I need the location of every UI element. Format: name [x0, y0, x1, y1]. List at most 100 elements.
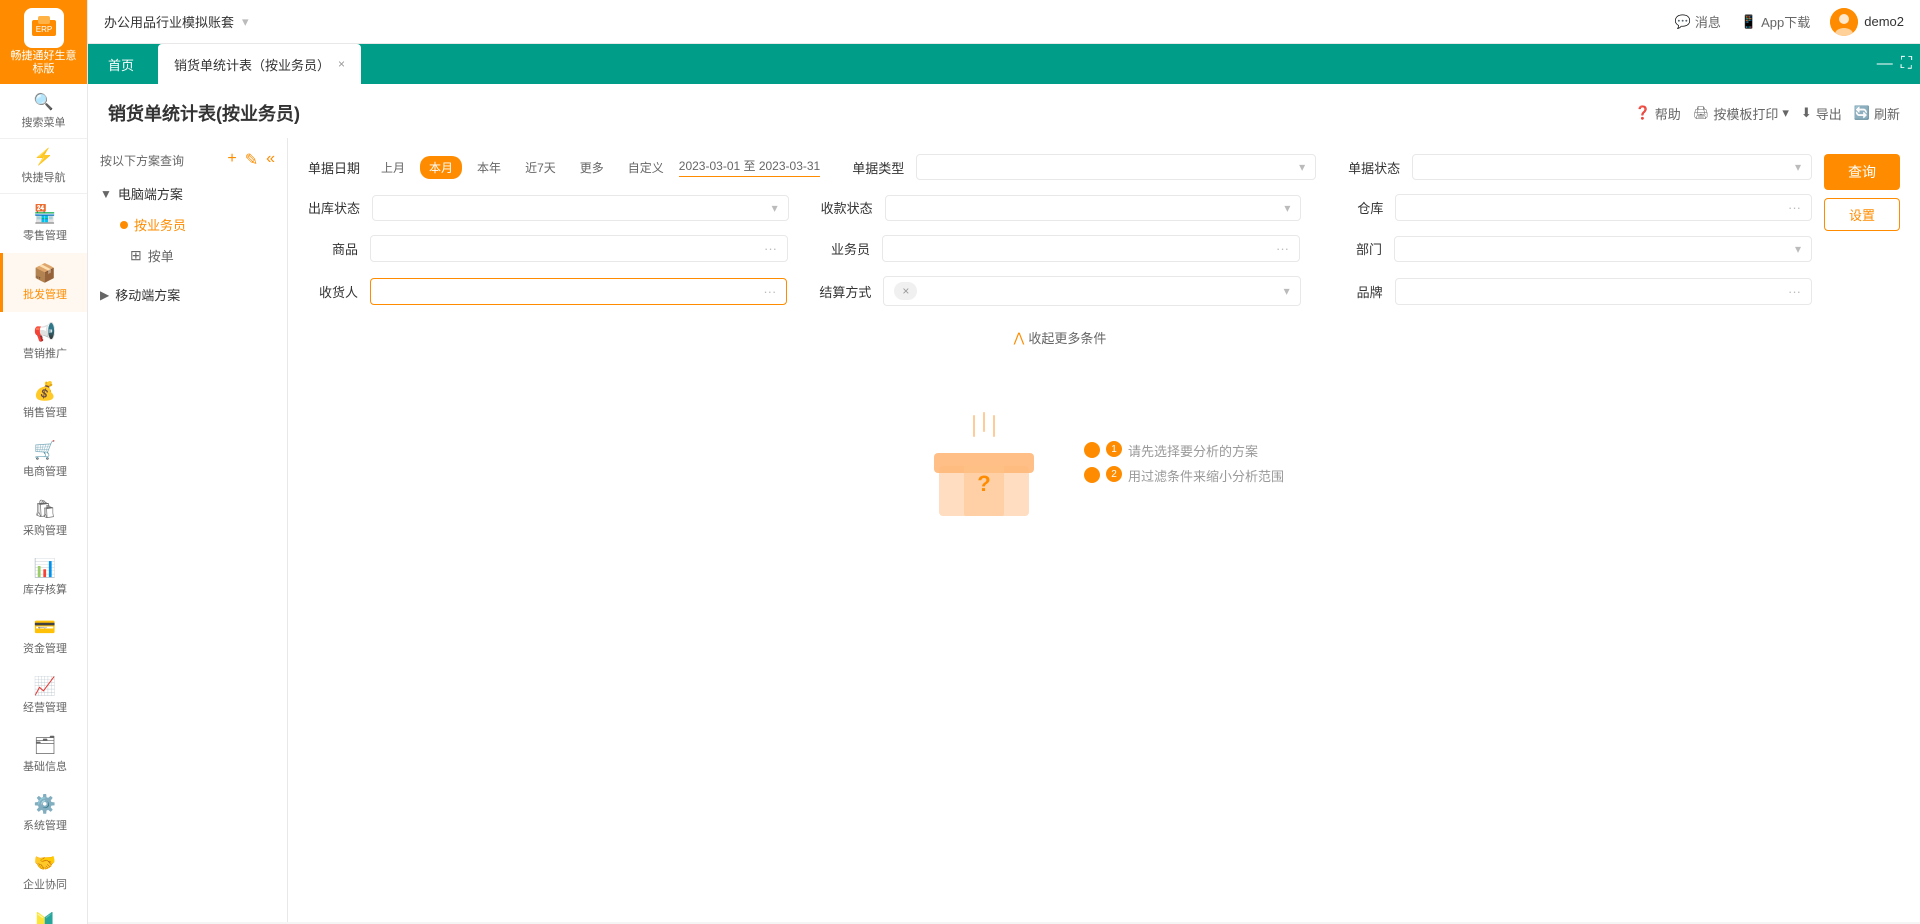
salesman-field: ···: [882, 235, 1300, 262]
tab-close-icon[interactable]: ×: [338, 57, 345, 71]
sidebar-item-retail[interactable]: 🏪 零售管理: [0, 194, 87, 253]
stock-status-label: 出库状态: [308, 198, 360, 217]
warehouse-select[interactable]: ···: [1395, 194, 1812, 221]
brand-label: 品牌: [1333, 282, 1383, 301]
sidebar-item-basic[interactable]: 🗂 基础信息: [0, 725, 87, 784]
user-menu[interactable]: demo2: [1830, 8, 1904, 36]
query-button[interactable]: 查询: [1824, 154, 1900, 190]
finance-icon: 💳: [34, 617, 56, 638]
sidebar-item-purchase[interactable]: 🛍 采购管理: [0, 489, 87, 548]
date-btn-more[interactable]: 更多: [571, 156, 613, 179]
inventory-icon: 📊: [34, 558, 56, 579]
date-btn-this-month[interactable]: 本月: [420, 156, 462, 179]
sidebar-item-finance[interactable]: 💳 资金管理: [0, 607, 87, 666]
collapse-button[interactable]: ⋀ 收起更多条件: [1014, 328, 1107, 347]
app-download-button[interactable]: 📱 App下载: [1741, 12, 1810, 31]
salesman-label: 业务员: [820, 239, 870, 258]
sidebar-item-system[interactable]: ⚙️ 系统管理: [0, 784, 87, 843]
tab-active[interactable]: 销货单统计表（按业务员） ×: [158, 44, 361, 84]
mobile-scheme-arrow: ▶: [100, 288, 109, 302]
desktop-scheme-arrow: ▼: [100, 187, 112, 201]
sidebar-shortcut[interactable]: ⚡ 快捷导航: [0, 139, 87, 194]
tab-label: 销货单统计表（按业务员）: [174, 55, 330, 74]
date-btn-7days[interactable]: 近7天: [516, 156, 565, 179]
step-2-text: 用过滤条件来缩小分析范围: [1128, 466, 1284, 485]
export-button[interactable]: ⬇ 导出: [1801, 104, 1842, 123]
sidebar-item-marketing[interactable]: 📢 营销推广: [0, 312, 87, 371]
sidebar-item-sales[interactable]: 💰 销售管理: [0, 371, 87, 430]
sidebar-search[interactable]: 🔍 搜索菜单: [0, 84, 87, 139]
add-scheme-icon[interactable]: +: [227, 150, 236, 170]
sidebar-item-guide[interactable]: 🔰 新手引导: [0, 902, 87, 924]
stock-status-select[interactable]: ▾: [372, 195, 789, 221]
pay-status-select[interactable]: ▾: [885, 195, 1302, 221]
refresh-label: 刷新: [1874, 104, 1900, 123]
left-panel-header: 按以下方案查询 + ✎ «: [88, 150, 287, 178]
operations-icon: 📈: [34, 676, 56, 697]
export-icon: ⬇: [1801, 105, 1812, 121]
inventory-label: 库存核算: [23, 581, 67, 597]
scheme-item-salesman[interactable]: 按业务员: [100, 209, 275, 240]
doc-status-select[interactable]: ▾: [1412, 154, 1812, 180]
pay-status-field: ▾: [885, 195, 1302, 221]
wholesale-icon: 📦: [34, 263, 56, 284]
date-btn-custom[interactable]: 自定义: [619, 156, 673, 179]
date-range-display[interactable]: 2023-03-01 至 2023-03-31: [679, 157, 820, 177]
date-btn-this-year[interactable]: 本年: [468, 156, 510, 179]
department-select[interactable]: ▾: [1394, 236, 1812, 262]
left-panel: 按以下方案查询 + ✎ « ▼ 电脑端方案: [88, 138, 288, 922]
goods-input[interactable]: ···: [370, 235, 788, 262]
payment-tag-close[interactable]: ×: [902, 284, 909, 298]
collapse-scheme-icon[interactable]: «: [266, 150, 275, 170]
svg-text:?: ?: [977, 471, 990, 496]
department-field: ▾: [1394, 236, 1812, 262]
desktop-scheme-header[interactable]: ▼ 电脑端方案: [100, 178, 275, 209]
tab-maximize-icon[interactable]: ⛶: [1901, 55, 1912, 73]
edit-scheme-icon[interactable]: ✎: [245, 150, 258, 170]
help-icon: ❓: [1635, 105, 1651, 121]
receiver-dots[interactable]: ···: [763, 284, 776, 299]
shortcut-icon: ⚡: [34, 147, 54, 167]
settings-button[interactable]: 设置: [1824, 198, 1900, 231]
tab-bar: 首页 销货单统计表（按业务员） × — ⛶: [88, 44, 1920, 84]
sidebar-item-inventory[interactable]: 📊 库存核算: [0, 548, 87, 607]
doc-type-select[interactable]: ▾: [916, 154, 1316, 180]
scheme-query-label: 按以下方案查询: [100, 152, 184, 169]
receiver-input[interactable]: ···: [370, 278, 787, 305]
tab-minimize-icon[interactable]: —: [1877, 55, 1893, 73]
desktop-scheme-group: ▼ 电脑端方案 按业务员 ⊞ 按单: [100, 178, 275, 271]
empty-step-2: 2 用过滤条件来缩小分析范围: [1084, 466, 1284, 485]
mobile-scheme-header[interactable]: ▶ 移动端方案: [100, 279, 275, 310]
sidebar-item-ecommerce[interactable]: 🛒 电商管理: [0, 430, 87, 489]
help-button[interactable]: ❓ 帮助: [1635, 104, 1681, 123]
department-label: 部门: [1332, 239, 1382, 258]
message-button[interactable]: 💬 消息: [1675, 12, 1721, 31]
avatar: [1830, 8, 1858, 36]
sidebar-item-wholesale[interactable]: 📦 批发管理: [0, 253, 87, 312]
sidebar-logo[interactable]: ERP 畅捷通好生意 标版: [0, 0, 87, 84]
date-btn-last-month[interactable]: 上月: [372, 156, 414, 179]
sidebar-item-enterprise[interactable]: 🤝 企业协同: [0, 843, 87, 902]
salesman-dots[interactable]: ···: [1276, 241, 1289, 256]
page-actions: ❓ 帮助 🖨 按模板打印 ▾ ⬇ 导出 🔄 刷新: [1635, 104, 1900, 123]
brand-dots[interactable]: ···: [1788, 284, 1801, 299]
receiver-label: 收货人: [308, 282, 358, 301]
department-arrow: ▾: [1795, 242, 1801, 256]
warehouse-dots[interactable]: ···: [1788, 200, 1801, 215]
tab-home[interactable]: 首页: [88, 44, 154, 84]
retail-label: 零售管理: [23, 227, 67, 243]
search-label: 搜索菜单: [22, 114, 66, 130]
scheme-item-by-order[interactable]: ⊞ 按单: [100, 240, 275, 271]
sidebar-item-operations[interactable]: 📈 经营管理: [0, 666, 87, 725]
collapse-row: ⋀ 收起更多条件: [308, 320, 1812, 351]
payment-arrow: ▾: [1284, 284, 1290, 298]
refresh-button[interactable]: 🔄 刷新: [1854, 104, 1900, 123]
goods-dots[interactable]: ···: [764, 241, 777, 256]
salesman-input[interactable]: ···: [882, 235, 1300, 262]
breadcrumb-dropdown[interactable]: ▾: [242, 14, 249, 30]
empty-text-container: 1 请先选择要分析的方案 2 用过滤条件来缩小分析范围: [1084, 441, 1284, 491]
sales-icon: 💰: [34, 381, 56, 402]
brand-input[interactable]: ···: [1395, 278, 1812, 305]
template-print-button[interactable]: 🖨 按模板打印 ▾: [1693, 104, 1789, 123]
payment-method-select[interactable]: × ▾: [883, 276, 1300, 306]
